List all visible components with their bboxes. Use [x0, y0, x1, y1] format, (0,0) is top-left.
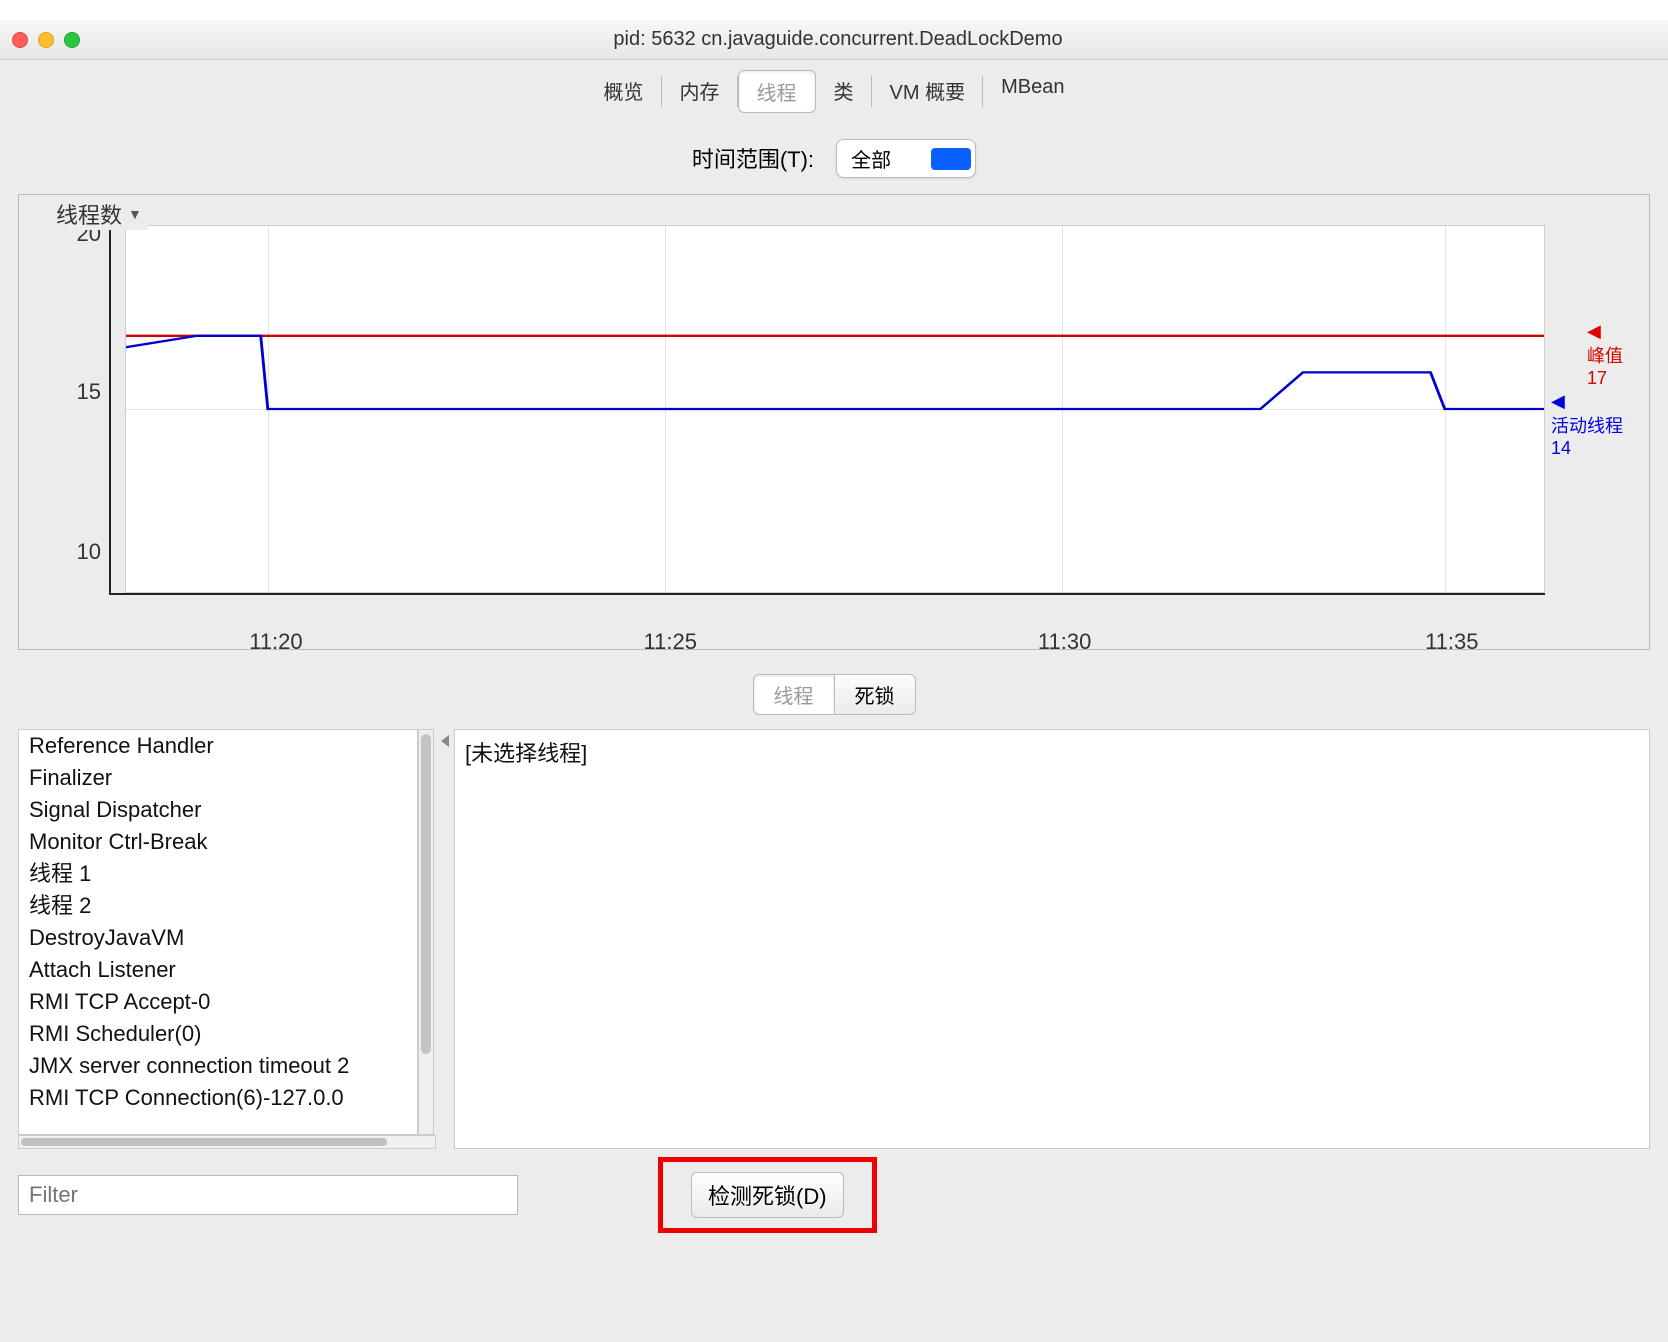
x-tick: 11:30: [1038, 629, 1091, 655]
detect-highlight: 检测死锁(D): [658, 1157, 877, 1233]
tab-overview[interactable]: 概览: [586, 70, 662, 113]
tab-classes[interactable]: 类: [816, 70, 872, 113]
chart-title: 线程数 ▼: [50, 198, 148, 230]
live-legend: ◀ 活动线程 14: [1551, 391, 1623, 459]
scrollbar-thumb[interactable]: [21, 1138, 387, 1146]
timerange-row: 时间范围(T): 全部: [0, 119, 1668, 194]
subtab-deadlock[interactable]: 死锁: [835, 674, 916, 715]
filter-input[interactable]: [18, 1175, 518, 1215]
list-item[interactable]: Monitor Ctrl-Break: [19, 826, 417, 858]
scrollbar-thumb[interactable]: [421, 734, 431, 1054]
y-tick: 15: [77, 379, 101, 405]
zoom-icon[interactable]: [64, 32, 80, 48]
main-tabs: 概览 内存 线程 类 VM 概要 MBean: [0, 60, 1668, 119]
list-item[interactable]: Signal Dispatcher: [19, 794, 417, 826]
list-item[interactable]: 线程 1: [19, 858, 417, 890]
y-tick: 10: [77, 539, 101, 565]
triangle-left-icon: [441, 735, 449, 747]
window-title: pid: 5632 cn.javaguide.concurrent.DeadLo…: [80, 28, 1596, 51]
chevron-up-down-icon: [931, 148, 971, 170]
detect-deadlock-button[interactable]: 检测死锁(D): [691, 1172, 844, 1218]
list-item[interactable]: JMX server connection timeout 2: [19, 1050, 417, 1082]
thread-detail: [未选择线程]: [454, 729, 1650, 1149]
x-tick: 11:25: [644, 629, 697, 655]
titlebar: pid: 5632 cn.javaguide.concurrent.DeadLo…: [0, 20, 1668, 60]
close-icon[interactable]: [12, 32, 28, 48]
timerange-label: 时间范围(T):: [692, 147, 814, 172]
x-tick: 11:35: [1425, 629, 1478, 655]
list-item[interactable]: DestroyJavaVM: [19, 922, 417, 954]
thread-area: Reference Handler Finalizer Signal Dispa…: [18, 729, 1650, 1149]
detail-placeholder: [未选择线程]: [465, 741, 587, 766]
timerange-value: 全部: [851, 144, 931, 173]
list-item[interactable]: RMI TCP Connection(6)-127.0.0: [19, 1082, 417, 1114]
peak-legend: ◀ 峰值 17: [1587, 321, 1623, 389]
subtab-threads[interactable]: 线程: [753, 674, 835, 715]
chart-plot: 11:20 11:25 11:30 11:35 ◀ 峰值 17 ◀ 活动线程 1…: [109, 225, 1545, 595]
list-item[interactable]: RMI Scheduler(0): [19, 1018, 417, 1050]
bottom-bar: 检测死锁(D): [18, 1157, 1650, 1233]
menu-bar: [0, 0, 1668, 20]
splitter[interactable]: [436, 729, 454, 1149]
list-item[interactable]: 线程 2: [19, 890, 417, 922]
list-item[interactable]: RMI TCP Accept-0: [19, 986, 417, 1018]
minimize-icon[interactable]: [38, 32, 54, 48]
scrollbar-vertical[interactable]: [418, 729, 434, 1135]
chart-panel: 线程数 ▼ 20 15 10: [18, 194, 1650, 650]
sub-tabs: 线程 死锁: [0, 650, 1668, 723]
live-line: [126, 336, 1544, 409]
timerange-select[interactable]: 全部: [836, 139, 976, 178]
list-item[interactable]: Finalizer: [19, 762, 417, 794]
chevron-down-icon[interactable]: ▼: [128, 206, 142, 222]
thread-list[interactable]: Reference Handler Finalizer Signal Dispa…: [18, 729, 418, 1135]
list-item[interactable]: Reference Handler: [19, 730, 417, 762]
tab-memory[interactable]: 内存: [662, 70, 738, 113]
traffic-lights: [12, 32, 80, 48]
y-axis: 20 15 10: [33, 225, 109, 635]
window: pid: 5632 cn.javaguide.concurrent.DeadLo…: [0, 20, 1668, 1233]
tab-vm-summary[interactable]: VM 概要: [872, 70, 984, 113]
tab-mbean[interactable]: MBean: [983, 70, 1082, 113]
tab-threads[interactable]: 线程: [738, 70, 816, 113]
scrollbar-horizontal[interactable]: [18, 1135, 436, 1149]
list-item[interactable]: Attach Listener: [19, 954, 417, 986]
x-tick: 11:20: [249, 629, 302, 655]
